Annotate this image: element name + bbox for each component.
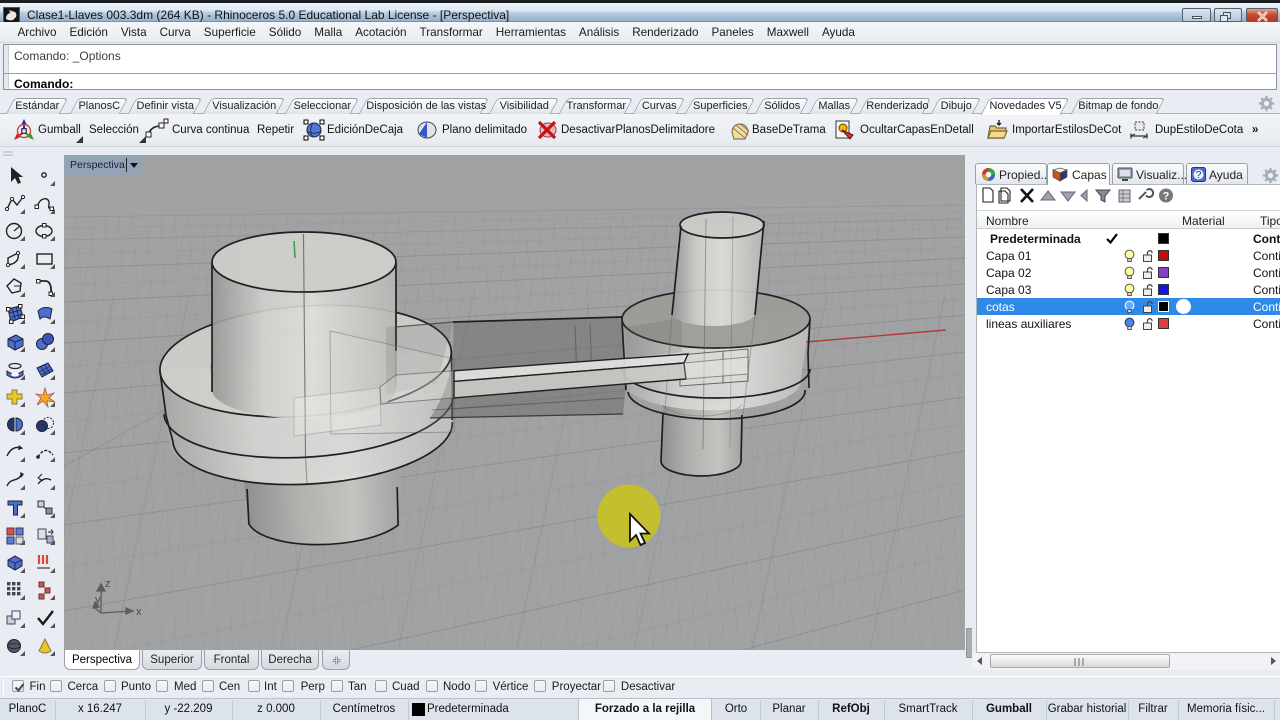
svg-text:y: y: [95, 594, 101, 606]
svg-text:x: x: [136, 606, 142, 618]
svg-text:z: z: [105, 578, 111, 590]
svg-text:?: ?: [1196, 170, 1202, 181]
svg-text:?: ?: [1163, 191, 1170, 203]
